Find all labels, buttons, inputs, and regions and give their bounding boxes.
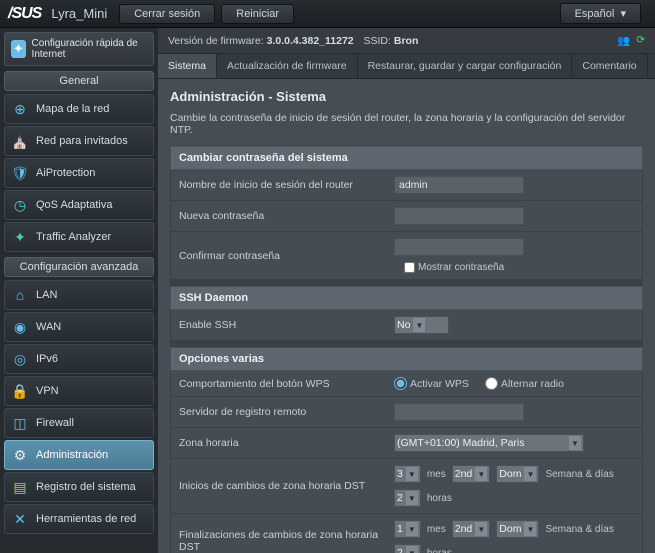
dst-start-hour[interactable]: 2▼ xyxy=(394,489,421,507)
network-icon: ◎ xyxy=(11,350,29,368)
qis-label: Configuración rápida de Internet xyxy=(32,38,147,60)
tools-icon: ✕ xyxy=(11,510,29,528)
sidebar-item-guest-network[interactable]: ⛪Red para invitados xyxy=(4,126,154,156)
label-new-password: Nueva contraseña xyxy=(179,210,394,222)
header-bar: /SUS Lyra_Mini Cerrar sesión Reiniciar E… xyxy=(0,0,655,28)
sidebar-item-network-tools[interactable]: ✕Herramientas de red xyxy=(4,504,154,534)
radio-activate-wps[interactable]: Activar WPS xyxy=(394,377,469,390)
dst-end-week[interactable]: 2nd▼ xyxy=(452,520,491,538)
show-password-checkbox[interactable]: Mostrar contraseña xyxy=(404,262,504,273)
dst-end-day[interactable]: Dom▼ xyxy=(496,520,539,538)
dst-start-day[interactable]: Dom▼ xyxy=(496,465,539,483)
firmware-bar: Versión de firmware: 3.0.0.4.382_11272 S… xyxy=(158,28,655,54)
dst-start-week[interactable]: 2nd▼ xyxy=(452,465,491,483)
label-remote-syslog: Servidor de registro remoto xyxy=(179,406,394,418)
label-dst-start: Inicios de cambios de zona horaria DST xyxy=(179,480,394,492)
remote-syslog-input[interactable] xyxy=(394,403,524,421)
sidebar-item-wan[interactable]: ◉WAN xyxy=(4,312,154,342)
label-enable-ssh: Enable SSH xyxy=(179,319,394,331)
tab-firmware-upgrade[interactable]: Actualización de firmware xyxy=(217,54,358,78)
section-ssh: SSH Daemon xyxy=(170,286,643,310)
sidebar-item-aiprotection[interactable]: 🛡AiProtection xyxy=(4,158,154,188)
new-password-input[interactable] xyxy=(394,207,524,225)
logout-button[interactable]: Cerrar sesión xyxy=(119,4,215,24)
language-select[interactable]: Español ▾ xyxy=(560,3,641,24)
dst-start-month[interactable]: 3▼ xyxy=(394,465,421,483)
tab-feedback[interactable]: Comentario xyxy=(572,54,647,78)
main-panel: Versión de firmware: 3.0.0.4.382_11272 S… xyxy=(158,28,655,553)
firewall-icon: ◫ xyxy=(11,414,29,432)
section-change-password: Cambiar contraseña del sistema xyxy=(170,146,643,170)
label-timezone: Zona horaria xyxy=(179,437,394,449)
model-name: Lyra_Mini xyxy=(51,6,107,21)
tab-restore-save[interactable]: Restaurar, guardar y cargar configuració… xyxy=(358,54,573,78)
lock-icon: 🔒 xyxy=(11,382,29,400)
sidebar-item-system-log[interactable]: ▤Registro del sistema xyxy=(4,472,154,502)
router-login-input[interactable] xyxy=(394,176,524,194)
dst-end-month[interactable]: 1▼ xyxy=(394,520,421,538)
home-icon: ⌂ xyxy=(11,286,29,304)
sidebar-item-lan[interactable]: ⌂LAN xyxy=(4,280,154,310)
sidebar-item-traffic-analyzer[interactable]: ✦Traffic Analyzer xyxy=(4,222,154,252)
label-wps-behavior: Comportamiento del botón WPS xyxy=(179,378,394,390)
log-icon: ▤ xyxy=(11,478,29,496)
section-misc: Opciones varias xyxy=(170,347,643,371)
page-description: Cambie la contraseña de inicio de sesión… xyxy=(170,112,643,136)
radio-toggle-radio[interactable]: Alternar radio xyxy=(485,377,564,390)
qis-button[interactable]: ✦ Configuración rápida de Internet xyxy=(4,32,154,66)
tab-bar: Sistema Actualización de firmware Restau… xyxy=(158,54,655,79)
brand-logo: /SUS xyxy=(8,5,41,23)
label-login-name: Nombre de inicio de sesión del router xyxy=(179,179,394,191)
firmware-version: 3.0.0.4.382_11272 xyxy=(267,35,354,47)
globe-icon: ◉ xyxy=(11,318,29,336)
magic-wand-icon: ✦ xyxy=(11,40,26,58)
globe-icon: ⊕ xyxy=(11,100,29,118)
sidebar-item-ipv6[interactable]: ◎IPv6 xyxy=(4,344,154,374)
reboot-button[interactable]: Reiniciar xyxy=(221,4,294,24)
sidebar: ✦ Configuración rápida de Internet Gener… xyxy=(0,28,158,553)
confirm-password-input[interactable] xyxy=(394,238,524,256)
status-icon[interactable]: ⟳ xyxy=(636,34,645,47)
dst-end-hour[interactable]: 2▼ xyxy=(394,544,421,553)
section-head-general: General xyxy=(4,71,154,91)
tab-system[interactable]: Sistema xyxy=(158,54,217,78)
sidebar-item-firewall[interactable]: ◫Firewall xyxy=(4,408,154,438)
label-dst-end: Finalizaciones de cambios de zona horari… xyxy=(179,529,394,553)
gear-icon: ⚙ xyxy=(11,446,29,464)
people-icon: ⛪ xyxy=(11,132,29,150)
users-icon[interactable]: 👥 xyxy=(617,34,630,47)
label-confirm-password: Confirmar contraseña xyxy=(179,250,394,262)
sidebar-item-network-map[interactable]: ⊕Mapa de la red xyxy=(4,94,154,124)
chart-icon: ✦ xyxy=(11,228,29,246)
timezone-select[interactable]: (GMT+01:00) Madrid, Paris▼ xyxy=(394,434,584,452)
ssid-value: Bron xyxy=(394,35,419,47)
sidebar-item-administration[interactable]: ⚙Administración xyxy=(4,440,154,470)
sidebar-item-qos[interactable]: ◷QoS Adaptativa xyxy=(4,190,154,220)
gauge-icon: ◷ xyxy=(11,196,29,214)
shield-icon: 🛡 xyxy=(11,164,29,182)
page-title: Administración - Sistema xyxy=(170,89,643,104)
enable-ssh-select[interactable]: No▼ xyxy=(394,316,449,334)
section-head-advanced: Configuración avanzada xyxy=(4,257,154,277)
sidebar-item-vpn[interactable]: 🔒VPN xyxy=(4,376,154,406)
